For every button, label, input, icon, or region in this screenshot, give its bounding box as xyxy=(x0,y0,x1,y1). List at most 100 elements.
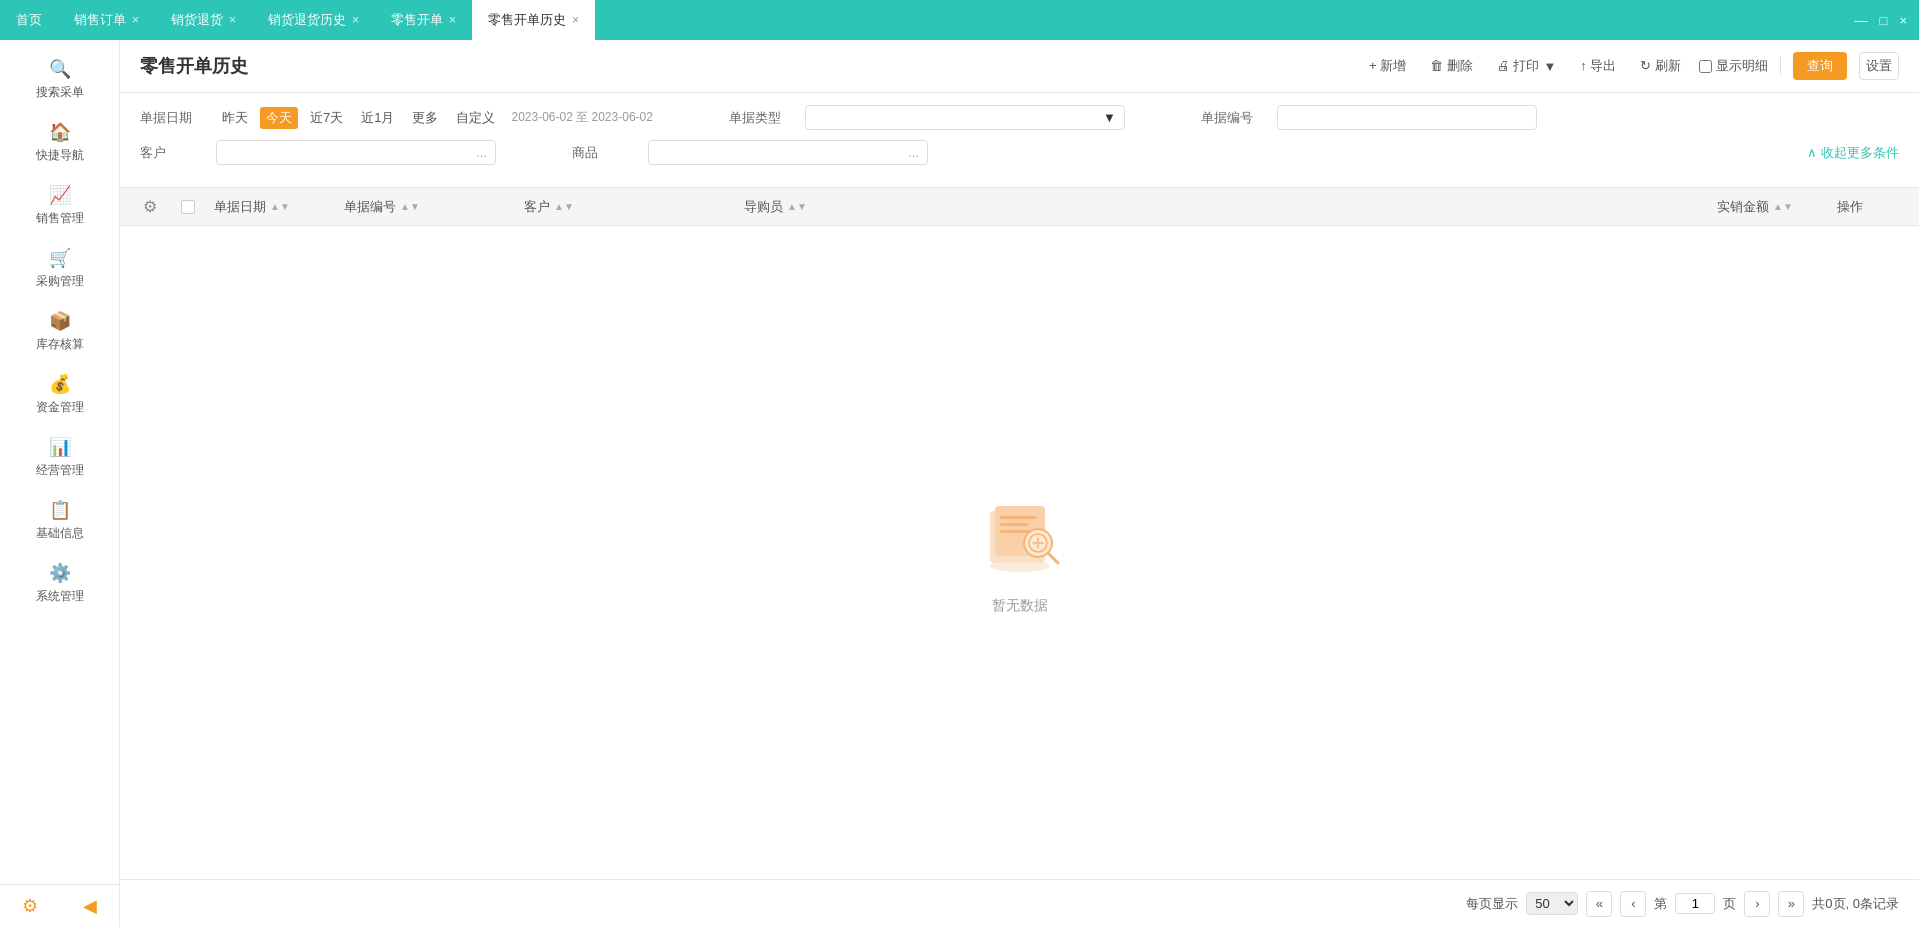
sidebar-settings-button[interactable]: ⚙ xyxy=(22,895,38,917)
table-header: ⚙ 单据日期 ▲▼ 单据编号 ▲▼ 客户 ▲▼ 导购员 xyxy=(120,188,1919,226)
query-button[interactable]: 查询 xyxy=(1793,52,1847,80)
collapse-text: 收起更多条件 xyxy=(1821,144,1899,162)
th-docno[interactable]: 单据编号 ▲▼ xyxy=(336,198,516,216)
display-detail-checkbox-wrapper[interactable]: 显示明细 xyxy=(1699,57,1768,75)
tab-sales-order[interactable]: 销售订单 × xyxy=(58,0,155,40)
window-close-button[interactable]: × xyxy=(1899,13,1907,28)
th-settings[interactable]: ⚙ xyxy=(130,197,170,216)
print-arrow-icon: ▼ xyxy=(1543,59,1556,74)
operation-icon: 📊 xyxy=(49,436,71,458)
tab-retail-open-close[interactable]: × xyxy=(449,13,456,27)
tab-retail-open-label: 零售开单 xyxy=(391,11,443,29)
tab-sales-return-history-close[interactable]: × xyxy=(352,13,359,27)
th-amount-label: 实销金额 xyxy=(1717,198,1769,216)
svg-rect-5 xyxy=(1000,530,1032,533)
filter-row-1: 单据日期 昨天 今天 近7天 近1月 更多 自定义 2023-06-02 至 2… xyxy=(140,105,1899,130)
date-btn-last7[interactable]: 近7天 xyxy=(304,107,349,129)
tab-retail-open-history-label: 零售开单历史 xyxy=(488,11,566,29)
sidebar-item-system[interactable]: ⚙️ 系统管理 xyxy=(0,552,119,615)
date-buttons: 昨天 今天 近7天 近1月 更多 自定义 2023-06-02 至 2023-0… xyxy=(216,107,653,129)
last-page-button[interactable]: » xyxy=(1778,891,1804,917)
settings-gear-icon[interactable]: ⚙ xyxy=(143,197,157,216)
th-docno-sort-icon: ▲▼ xyxy=(400,202,420,212)
refresh-button[interactable]: ↻ 刷新 xyxy=(1634,53,1687,79)
search-icon: 🔍 xyxy=(49,58,71,80)
base-icon: 📋 xyxy=(49,499,71,521)
collapse-button[interactable]: ∧ 收起更多条件 xyxy=(1807,144,1899,162)
sidebar-item-base[interactable]: 📋 基础信息 xyxy=(0,489,119,552)
per-page-label: 每页显示 xyxy=(1466,895,1518,913)
display-detail-checkbox[interactable] xyxy=(1699,60,1712,73)
sidebar-item-nav[interactable]: 🏠 快捷导航 xyxy=(0,111,119,174)
window-minimize-button[interactable]: — xyxy=(1855,13,1868,28)
finance-icon: 💰 xyxy=(49,373,71,395)
toolbar: + 新增 🗑 删除 🖨 打印 ▼ ↑ 导出 ↻ 刷新 显示明细 查询 设置 xyxy=(1363,52,1899,80)
page-label: 第 xyxy=(1654,895,1667,913)
date-btn-yesterday[interactable]: 昨天 xyxy=(216,107,254,129)
pagination: 每页显示 50 10 20 100 « ‹ 第 页 › » 共0页, 0条记录 xyxy=(120,879,1919,927)
sidebar-item-operation[interactable]: 📊 经营管理 xyxy=(0,426,119,489)
table-area: ⚙ 单据日期 ▲▼ 单据编号 ▲▼ 客户 ▲▼ 导购员 xyxy=(120,188,1919,879)
date-btn-last1m[interactable]: 近1月 xyxy=(355,107,400,129)
system-icon: ⚙️ xyxy=(49,562,71,584)
sidebar-item-finance-label: 资金管理 xyxy=(36,399,84,416)
tab-sales-return[interactable]: 销货退货 × xyxy=(155,0,252,40)
first-page-button[interactable]: « xyxy=(1586,891,1612,917)
tab-sales-order-close[interactable]: × xyxy=(132,13,139,27)
settings-button[interactable]: 设置 xyxy=(1859,52,1899,80)
customer-select[interactable]: ... xyxy=(216,140,496,165)
date-btn-more[interactable]: 更多 xyxy=(406,107,444,129)
th-guide-sort-icon: ▲▼ xyxy=(787,202,807,212)
tab-sales-order-label: 销售订单 xyxy=(74,11,126,29)
th-date[interactable]: 单据日期 ▲▼ xyxy=(206,198,336,216)
date-btn-custom[interactable]: 自定义 xyxy=(450,107,501,129)
doc-no-input[interactable] xyxy=(1277,105,1537,130)
doc-type-label: 单据类型 xyxy=(729,109,789,127)
date-btn-today[interactable]: 今天 xyxy=(260,107,298,129)
sidebar-bottom: ⚙ ◀ xyxy=(0,884,119,927)
sidebar-item-purchase[interactable]: 🛒 采购管理 xyxy=(0,237,119,300)
tab-retail-open-history-close[interactable]: × xyxy=(572,13,579,27)
next-page-button[interactable]: › xyxy=(1744,891,1770,917)
sidebar-collapse-button[interactable]: ◀ xyxy=(83,895,97,917)
customer-label: 客户 xyxy=(140,144,200,162)
th-amount-sort-icon: ▲▼ xyxy=(1773,202,1793,212)
doc-type-select[interactable]: ▼ xyxy=(805,105,1125,130)
product-ellipsis: ... xyxy=(908,145,919,160)
th-customer-label: 客户 xyxy=(524,198,550,216)
th-amount[interactable]: 实销金额 ▲▼ xyxy=(1709,198,1829,216)
window-maximize-button[interactable]: □ xyxy=(1880,13,1888,28)
th-date-label: 单据日期 xyxy=(214,198,266,216)
tab-sales-return-history-label: 销货退货历史 xyxy=(268,11,346,29)
top-bar: 首页 销售订单 × 销货退货 × 销货退货历史 × 零售开单 × 零售开单历史 … xyxy=(0,0,1919,40)
total-text: 共0页, 0条记录 xyxy=(1812,895,1899,913)
doc-no-label: 单据编号 xyxy=(1201,109,1261,127)
prev-page-button[interactable]: ‹ xyxy=(1620,891,1646,917)
tab-retail-open-history[interactable]: 零售开单历史 × xyxy=(472,0,595,40)
page-input[interactable] xyxy=(1675,893,1715,914)
doc-type-arrow-icon: ▼ xyxy=(1103,110,1116,125)
per-page-select[interactable]: 50 10 20 100 xyxy=(1526,892,1578,915)
th-customer-sort-icon: ▲▼ xyxy=(554,202,574,212)
th-customer[interactable]: 客户 ▲▼ xyxy=(516,198,736,216)
tab-retail-open[interactable]: 零售开单 × xyxy=(375,0,472,40)
product-select[interactable]: ... xyxy=(648,140,928,165)
print-button[interactable]: 🖨 打印 ▼ xyxy=(1491,53,1563,79)
th-checkbox[interactable] xyxy=(170,200,206,214)
th-guide[interactable]: 导购员 ▲▼ xyxy=(736,198,856,216)
sidebar-item-sales-label: 销售管理 xyxy=(36,210,84,227)
sidebar-item-inventory[interactable]: 📦 库存核算 xyxy=(0,300,119,363)
tab-sales-return-history[interactable]: 销货退货历史 × xyxy=(252,0,375,40)
header-checkbox[interactable] xyxy=(181,200,195,214)
svg-rect-4 xyxy=(1000,523,1028,526)
sidebar-item-finance[interactable]: 💰 资金管理 xyxy=(0,363,119,426)
sidebar-item-search[interactable]: 🔍 搜索采单 xyxy=(0,48,119,111)
export-button[interactable]: ↑ 导出 xyxy=(1574,53,1622,79)
delete-button[interactable]: 🗑 删除 xyxy=(1424,53,1479,79)
page-suffix: 页 xyxy=(1723,895,1736,913)
add-button[interactable]: + 新增 xyxy=(1363,53,1412,79)
sidebar-item-sales[interactable]: 📈 销售管理 xyxy=(0,174,119,237)
tab-home[interactable]: 首页 xyxy=(0,0,58,40)
main-layout: 🔍 搜索采单 🏠 快捷导航 📈 销售管理 🛒 采购管理 📦 库存核算 💰 资金管… xyxy=(0,40,1919,927)
tab-sales-return-close[interactable]: × xyxy=(229,13,236,27)
